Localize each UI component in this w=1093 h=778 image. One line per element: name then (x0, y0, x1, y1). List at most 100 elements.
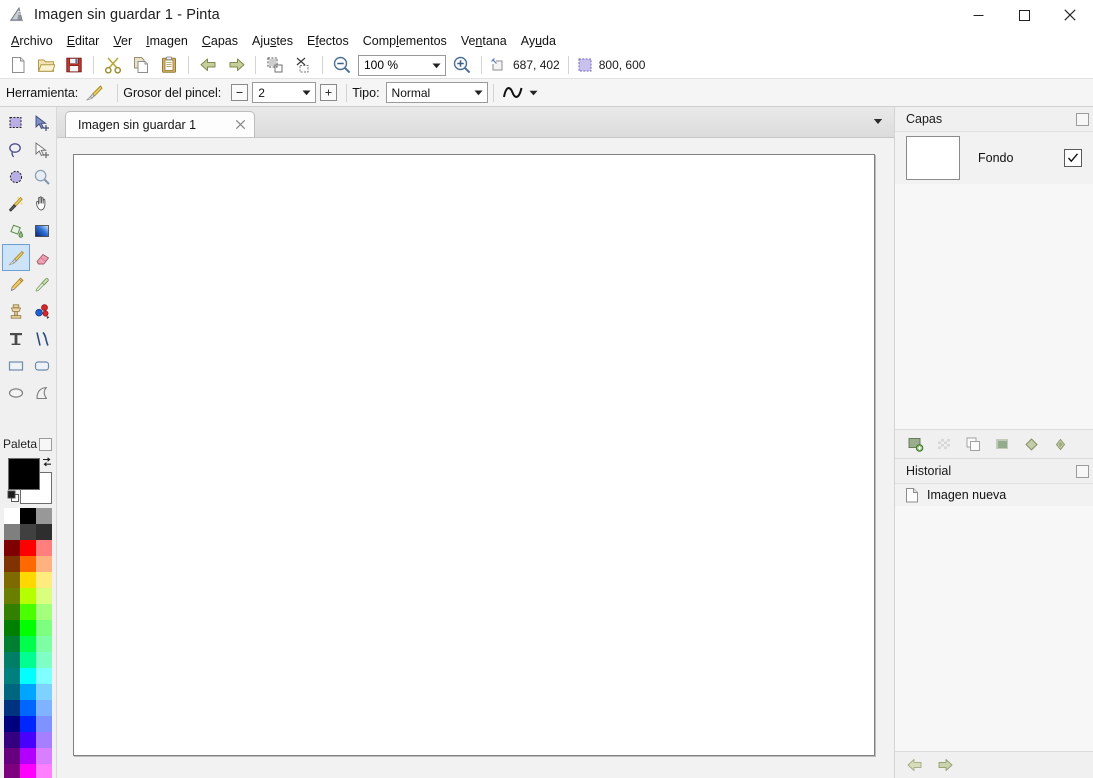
palette-swatch[interactable] (4, 588, 20, 604)
zoom-in-button[interactable] (448, 52, 476, 78)
swap-colors-icon[interactable] (41, 456, 53, 468)
blend-type-combo[interactable]: Normal (385, 82, 488, 103)
recolor-tool[interactable] (28, 298, 56, 325)
zoom-out-button[interactable] (328, 52, 356, 78)
palette-swatch[interactable] (4, 732, 20, 748)
palette-swatch[interactable] (4, 700, 20, 716)
palette-swatch[interactable] (20, 732, 36, 748)
palette-swatch[interactable] (20, 508, 36, 524)
palette-swatch[interactable] (20, 668, 36, 684)
minimize-button[interactable] (955, 0, 1001, 30)
ellipse-shape-tool[interactable] (2, 379, 30, 406)
redo-button[interactable] (222, 52, 250, 78)
palette-swatch[interactable] (4, 572, 20, 588)
palette-swatch[interactable] (36, 508, 52, 524)
palette-swatch[interactable] (20, 604, 36, 620)
palette-swatch[interactable] (36, 636, 52, 652)
add-layer-button[interactable] (903, 432, 927, 456)
palette-swatch[interactable] (36, 604, 52, 620)
cut-button[interactable] (99, 52, 127, 78)
palette-swatch[interactable] (36, 652, 52, 668)
gradient-tool[interactable] (28, 217, 56, 244)
reset-colors-icon[interactable] (7, 490, 20, 503)
palette-swatch[interactable] (20, 748, 36, 764)
palette-swatch[interactable] (36, 732, 52, 748)
palette-swatch[interactable] (4, 716, 20, 732)
move-selected-tool[interactable] (28, 109, 56, 136)
tab-list-chevron-icon[interactable] (868, 111, 888, 131)
palette-swatch[interactable] (36, 716, 52, 732)
palette-swatch[interactable] (36, 556, 52, 572)
menu-editar[interactable]: Editar (60, 32, 107, 51)
menu-complementos[interactable]: Complementos (356, 32, 454, 51)
palette-swatch[interactable] (4, 668, 20, 684)
palette-swatch[interactable] (20, 764, 36, 778)
menu-ayuda[interactable]: Ayuda (514, 32, 563, 51)
palette-swatch[interactable] (4, 764, 20, 778)
clone-stamp-tool[interactable] (2, 298, 30, 325)
palette-swatch[interactable] (4, 556, 20, 572)
palette-swatch[interactable] (36, 588, 52, 604)
palette-swatch[interactable] (20, 700, 36, 716)
ellipse-select-tool[interactable] (2, 163, 30, 190)
pencil-tool[interactable] (2, 271, 30, 298)
color-picker-tool[interactable] (28, 271, 56, 298)
palette-swatch[interactable] (36, 524, 52, 540)
layer-properties-button[interactable] (1048, 432, 1072, 456)
menu-capas[interactable]: Capas (195, 32, 245, 51)
lasso-select-tool[interactable] (2, 136, 30, 163)
palette-swatch[interactable] (36, 668, 52, 684)
palette-swatch[interactable] (4, 540, 20, 556)
maximize-button[interactable] (1001, 0, 1047, 30)
undo-button[interactable] (194, 52, 222, 78)
curve-dropdown-chevron-icon[interactable] (528, 87, 539, 98)
magic-wand-tool[interactable] (2, 190, 30, 217)
zoom-level-combo[interactable]: 100 % (358, 54, 446, 76)
paintbrush-tool[interactable] (2, 244, 30, 271)
eraser-tool[interactable] (28, 244, 56, 271)
rectangle-shape-tool[interactable] (2, 352, 30, 379)
palette-swatch[interactable] (36, 700, 52, 716)
freeform-shape-tool[interactable] (28, 379, 56, 406)
move-layer-up-button[interactable] (1019, 432, 1043, 456)
zoom-tool[interactable] (28, 163, 56, 190)
save-image-button[interactable] (60, 52, 88, 78)
thickness-increase-button[interactable] (320, 84, 338, 101)
chevron-down-icon[interactable] (428, 57, 445, 74)
delete-layer-button[interactable] (932, 432, 956, 456)
menu-ver[interactable]: Ver (106, 32, 139, 51)
palette-swatch[interactable] (20, 572, 36, 588)
palette-swatch[interactable] (4, 524, 20, 540)
palette-swatch[interactable] (20, 636, 36, 652)
paste-button[interactable] (155, 52, 183, 78)
copy-button[interactable] (127, 52, 155, 78)
palette-swatch[interactable] (20, 540, 36, 556)
history-redo-button[interactable] (933, 753, 957, 777)
palette-swatch[interactable] (4, 684, 20, 700)
palette-swatch[interactable] (20, 588, 36, 604)
menu-efectos[interactable]: Efectos (300, 32, 356, 51)
image-canvas[interactable] (73, 154, 875, 756)
chevron-down-icon[interactable] (470, 84, 487, 101)
tab-close-icon[interactable] (232, 117, 248, 133)
palette-swatch[interactable] (36, 684, 52, 700)
dock-collapse-icon[interactable] (1076, 112, 1089, 126)
layer-row[interactable]: Fondo (895, 132, 1093, 184)
crop-to-selection-button[interactable] (261, 52, 289, 78)
palette-swatch[interactable] (20, 556, 36, 572)
primary-color-swatch[interactable] (8, 458, 40, 490)
palette-swatch[interactable] (36, 540, 52, 556)
open-image-button[interactable] (32, 52, 60, 78)
menu-ajustes[interactable]: Ajustes (245, 32, 300, 51)
menu-archivo[interactable]: Archivo (4, 32, 60, 51)
palette-swatch[interactable] (36, 572, 52, 588)
palette-swatch[interactable] (4, 636, 20, 652)
move-selection-tool[interactable] (28, 136, 56, 163)
palette-swatch[interactable] (20, 524, 36, 540)
palette-swatch[interactable] (4, 652, 20, 668)
dock-collapse-icon[interactable] (39, 437, 52, 451)
line-curve-tool[interactable] (28, 325, 56, 352)
brush-thickness-input[interactable]: 2 (252, 82, 317, 103)
document-tab[interactable]: Imagen sin guardar 1 (65, 111, 255, 137)
rectangle-select-tool[interactable] (2, 109, 30, 136)
